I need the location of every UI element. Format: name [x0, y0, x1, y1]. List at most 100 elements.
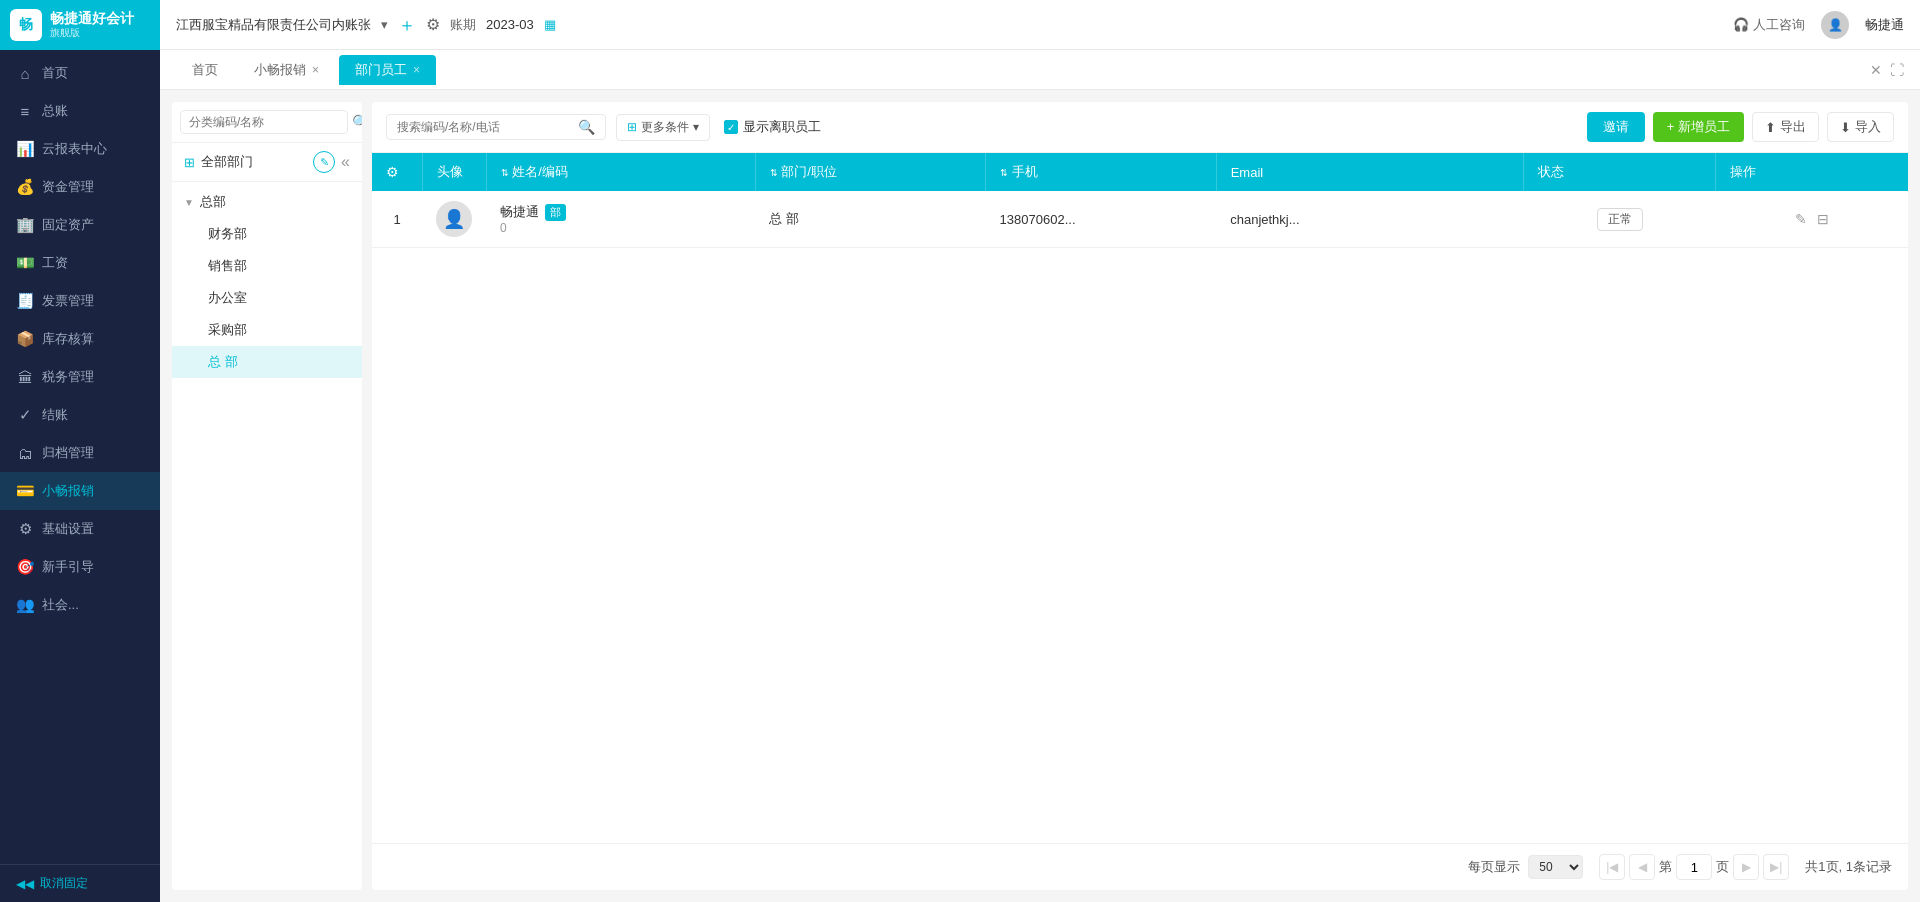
show-resigned-checkbox[interactable]: ✓ 显示离职员工 — [724, 118, 821, 136]
invite-button[interactable]: 邀请 — [1587, 112, 1645, 142]
tab-expense-label: 小畅报销 — [254, 61, 306, 79]
sidebar-item-reports[interactable]: 📊 云报表中心 — [0, 130, 160, 168]
table-settings-th: ⚙ — [372, 153, 422, 191]
employee-tag-bu: 部 — [545, 204, 566, 221]
tab-home[interactable]: 首页 — [176, 55, 234, 85]
th-email: Email — [1216, 153, 1523, 191]
sidebar-item-invoice[interactable]: 🧾 发票管理 — [0, 282, 160, 320]
topbar-settings-icon[interactable]: ⚙ — [426, 15, 440, 34]
pager-first-button[interactable]: |◀ — [1599, 854, 1625, 880]
dept-node-sales[interactable]: 销售部 — [172, 250, 362, 282]
dept-node-office[interactable]: 办公室 — [172, 282, 362, 314]
th-phone[interactable]: ⇅ 手机 — [986, 153, 1217, 191]
sort-up-icon: ⇅ — [501, 168, 509, 178]
service-button[interactable]: 🎧 人工咨询 — [1733, 16, 1805, 34]
dept-node-finance[interactable]: 财务部 — [172, 218, 362, 250]
tabs-bar: 首页 小畅报销 × 部门员工 × ✕ ⛶ — [160, 50, 1920, 90]
sidebar-item-assets[interactable]: 🏢 固定资产 — [0, 206, 160, 244]
show-resigned-label: 显示离职员工 — [743, 118, 821, 136]
emp-table: ⚙ 头像 ⇅ 姓名/编码 ⇅ 部门/职位 — [372, 153, 1908, 843]
sidebar-item-label: 税务管理 — [42, 368, 94, 386]
emp-search-input[interactable] — [397, 120, 572, 134]
pagination: 每页显示 50 100 |◀ ◀ 第 页 ▶ ▶| 共1页, 1条记录 — [372, 843, 1908, 890]
expense-icon: 💳 — [16, 482, 34, 500]
sidebar-item-inventory[interactable]: 📦 库存核算 — [0, 320, 160, 358]
dept-node-root[interactable]: ▼ 总部 — [172, 186, 362, 218]
fullscreen-button[interactable]: ⛶ — [1890, 62, 1904, 78]
calendar-icon[interactable]: ▦ — [544, 17, 556, 32]
page-total: 共1页, 1条记录 — [1805, 858, 1892, 876]
pager-last-button[interactable]: ▶| — [1763, 854, 1789, 880]
sidebar-item-home[interactable]: ⌂ 首页 — [0, 54, 160, 92]
more-options-button[interactable]: ⊟ — [1817, 211, 1829, 227]
pager: |◀ ◀ 第 页 ▶ ▶| — [1599, 854, 1789, 880]
page-size-select[interactable]: 50 100 — [1528, 855, 1583, 879]
sidebar-item-ledger[interactable]: ≡ 总账 — [0, 92, 160, 130]
td-email: chanjethkj... — [1216, 191, 1523, 248]
table-gear-icon[interactable]: ⚙ — [386, 164, 399, 180]
employee-code: 0 — [500, 221, 741, 235]
reports-icon: 📊 — [16, 140, 34, 158]
tab-expense[interactable]: 小畅报销 × — [238, 55, 335, 85]
add-employee-button[interactable]: + 新增员工 — [1653, 112, 1744, 142]
headset-icon: 🎧 — [1733, 17, 1749, 32]
edit-dept-button[interactable]: ✎ — [313, 151, 335, 173]
funds-icon: 💰 — [16, 178, 34, 196]
sidebar-item-expense[interactable]: 💳 小畅报销 — [0, 472, 160, 510]
checkbox-icon: ✓ — [724, 120, 738, 134]
tab-home-label: 首页 — [192, 61, 218, 79]
pager-next-button[interactable]: ▶ — [1733, 854, 1759, 880]
all-dept-button[interactable]: ⊞ 全部部门 — [184, 153, 253, 171]
tab-employees[interactable]: 部门员工 × — [339, 55, 436, 85]
tab-employees-close[interactable]: × — [413, 63, 420, 77]
sidebar-item-payroll[interactable]: 💵 工资 — [0, 244, 160, 282]
sidebar-item-label: 新手引导 — [42, 558, 94, 576]
td-actions: ✎ ⊟ — [1716, 191, 1908, 248]
tab-expense-close[interactable]: × — [312, 63, 319, 77]
pin-icon: ◀◀ — [16, 877, 34, 891]
th-dept[interactable]: ⇅ 部门/职位 — [755, 153, 986, 191]
dept-search-input[interactable] — [180, 110, 348, 134]
logo-sub: 旗舰版 — [50, 26, 134, 40]
sidebar-item-funds[interactable]: 💰 资金管理 — [0, 168, 160, 206]
close-tab-button[interactable]: ✕ — [1870, 62, 1882, 78]
dept-node-purchase[interactable]: 采购部 — [172, 314, 362, 346]
export-button[interactable]: ⬆ 导出 — [1752, 112, 1819, 142]
sidebar-item-label: 基础设置 — [42, 520, 94, 538]
dept-node-label: 总部 — [200, 193, 226, 211]
sidebar-item-guide[interactable]: 🎯 新手引导 — [0, 548, 160, 586]
th-name[interactable]: ⇅ 姓名/编码 — [486, 153, 755, 191]
collapse-dept-button[interactable]: « — [341, 151, 350, 173]
sidebar-item-archive[interactable]: 🗂 归档管理 — [0, 434, 160, 472]
page-label-di: 第 — [1659, 858, 1672, 876]
company-dropdown-icon[interactable]: ▾ — [381, 17, 388, 32]
sidebar-item-tax[interactable]: 🏛 税务管理 — [0, 358, 160, 396]
page-size-label: 每页显示 — [1468, 858, 1520, 876]
table-row: 1 👤 畅捷通 部 — [372, 191, 1908, 248]
edit-employee-button[interactable]: ✎ — [1795, 211, 1807, 227]
filter-label: 更多条件 — [641, 119, 689, 136]
sidebar-item-closing[interactable]: ✓ 结账 — [0, 396, 160, 434]
sidebar-item-social[interactable]: 👥 社会... — [0, 586, 160, 624]
add-company-button[interactable]: ＋ — [398, 13, 416, 37]
emp-search-icon[interactable]: 🔍 — [578, 119, 595, 135]
dept-node-label: 采购部 — [208, 321, 247, 339]
archive-icon: 🗂 — [16, 445, 34, 462]
filter-button[interactable]: ⊞ 更多条件 ▾ — [616, 114, 710, 141]
page-input[interactable] — [1676, 854, 1712, 880]
sidebar-item-label: 首页 — [42, 64, 68, 82]
emp-toolbar: 🔍 ⊞ 更多条件 ▾ ✓ 显示离职员工 邀请 + 新增员工 ⬆ 导出 — [372, 102, 1908, 153]
sidebar-item-label: 工资 — [42, 254, 68, 272]
sort-phone-icon: ⇅ — [1000, 168, 1008, 178]
sidebar-item-label: 归档管理 — [42, 444, 94, 462]
dept-node-general[interactable]: 总 部 — [172, 346, 362, 378]
import-button[interactable]: ⬇ 导入 — [1827, 112, 1894, 142]
pager-prev-button[interactable]: ◀ — [1629, 854, 1655, 880]
settings-icon: ⚙ — [16, 520, 34, 538]
sidebar-item-settings[interactable]: ⚙ 基础设置 — [0, 510, 160, 548]
main-area: 江西服宝精品有限责任公司内账张 ▾ ＋ ⚙ 账期 2023-03 ▦ 🎧 人工咨… — [160, 0, 1920, 902]
dept-search: 🔍 — [172, 102, 362, 143]
dept-search-icon[interactable]: 🔍 — [352, 114, 362, 130]
unpin-sidebar-button[interactable]: ◀◀ 取消固定 — [0, 864, 160, 902]
export-icon: ⬆ — [1765, 120, 1776, 135]
